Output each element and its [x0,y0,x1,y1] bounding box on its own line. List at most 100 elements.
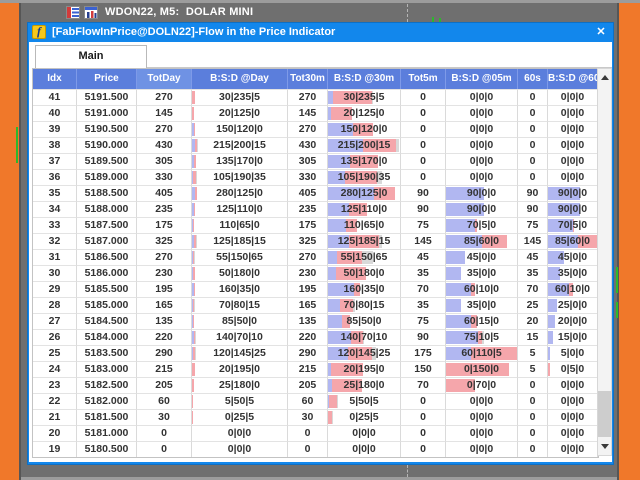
table-row[interactable]: 32 5187.000 325 125|185|15 325 125|185|15 145 8… [33,233,598,249]
cell: 15 [518,329,548,345]
cell: 0 [401,441,446,457]
cell: 40 [33,105,77,121]
cell: 20|125|0 [192,105,288,121]
table-row[interactable]: 30 5186.000 230 50|180|0 230 50|180|0 35 35|0|0… [33,265,598,281]
cell: 215|200|15 [328,137,401,153]
cell: 0|0|0 [548,105,598,121]
cell: 35 [33,185,77,201]
scroll-up-icon[interactable] [598,69,611,86]
cell: 5 [518,361,548,377]
cell: 125|110|0 [328,201,401,217]
table-row[interactable]: 38 5190.000 430 215|200|15 430 215|200|15 0 0|0… [33,137,598,153]
table-row[interactable]: 26 5184.000 220 140|70|10 220 140|70|10 90 75|1… [33,329,598,345]
indicator-titlebar[interactable]: f [FabFlowInPrice@DOLN22]-Flow in the Pr… [27,22,614,42]
cell: 90 [401,185,446,201]
cell: 135 [137,313,192,329]
cell: 28 [33,297,77,313]
cell: 24 [33,361,77,377]
cell: 230 [137,265,192,281]
chart-titlebar[interactable]: WDON22, M5: DOLAR MINI [21,3,617,22]
cell: 290 [288,345,328,361]
cell: 75 [518,217,548,233]
cell: 5190.000 [77,137,137,153]
cell: 125|185|15 [328,233,401,249]
scrollbar-thumb[interactable] [598,391,611,437]
cell: 45|0|0 [548,249,598,265]
close-icon[interactable]: ✕ [593,24,609,40]
column-header[interactable]: Price [77,69,137,89]
cell: 85|50|0 [328,313,401,329]
period-separator [407,465,408,477]
cell: 35|0|0 [548,265,598,281]
table-row[interactable]: 31 5186.500 270 55|150|65 270 55|150|65 45 45|0… [33,249,598,265]
doubt-bar [396,139,399,152]
cell: 175 [137,217,192,233]
cell: 0|0|0 [548,169,598,185]
sell-bar [193,155,196,168]
cell: 0|150|0 [446,361,518,377]
cell: 405 [137,185,192,201]
table-row[interactable]: 39 5190.500 270 150|120|0 270 150|120|0 0 0|0|0… [33,121,598,137]
cell: 110|65|0 [192,217,288,233]
sell-bar [193,315,194,328]
table-row[interactable]: 19 5180.500 0 0|0|0 0 0|0|0 0 0|0|0 0 0|0|0 [33,441,598,457]
table-row[interactable]: 21 5181.500 30 0|25|5 30 0|25|5 0 0|0|0 0 0|0|0 [33,409,598,425]
cell: 0|0|0 [548,409,598,425]
cell: 5189.500 [77,153,137,169]
cell: 60|110|5 [446,345,518,361]
column-header[interactable]: TotDay [137,69,192,89]
table-row[interactable]: 28 5185.000 165 70|80|15 165 70|80|15 35 35|0|0… [33,297,598,313]
table-row[interactable]: 37 5189.500 305 135|170|0 305 135|170|0 0 0|0|0… [33,153,598,169]
cell: 30|235|5 [328,89,401,105]
column-header[interactable]: B:S:D @05m [446,69,518,89]
column-header[interactable]: Idx [33,69,77,89]
cell: 55|150|65 [192,249,288,265]
table-row[interactable]: 23 5182.500 205 25|180|0 205 25|180|0 70 0|70|0… [33,377,598,393]
cell: 31 [33,249,77,265]
table-row[interactable]: 34 5188.000 235 125|110|0 235 125|110|0 90 90|0… [33,201,598,217]
cell: 90|0|0 [446,201,518,217]
column-header[interactable]: B:S:D @Day [192,69,288,89]
vertical-scrollbar[interactable] [597,68,612,456]
cell: 5|0|0 [548,345,598,361]
cell: 5181.500 [77,409,137,425]
column-header[interactable]: Tot5m [401,69,446,89]
chart-candle-fragment [616,302,618,318]
table-row[interactable]: 41 5191.500 270 30|235|5 270 30|235|5 0 0|0|0 0 0… [33,89,598,105]
table-row[interactable]: 20 5181.000 0 0|0|0 0 0|0|0 0 0|0|0 0 0|0|0 [33,425,598,441]
scroll-down-icon[interactable] [598,438,611,455]
table-row[interactable]: 25 5183.500 290 120|145|25 290 120|145|25 175 6… [33,345,598,361]
table-row[interactable]: 40 5191.000 145 20|125|0 145 20|125|0 0 0|0|0 0 0… [33,105,598,121]
cell: 140|70|10 [328,329,401,345]
cell: 0|0|0 [548,153,598,169]
cell: 270 [137,121,192,137]
column-header[interactable]: B:S:D @60s [548,69,598,89]
table-row[interactable]: 35 5188.500 405 280|125|0 405 280|125|0 90 90|0… [33,185,598,201]
chart-window-title: WDON22, M5: DOLAR MINI [105,6,254,18]
column-header[interactable]: Tot30m [288,69,328,89]
cell: 5182.500 [77,377,137,393]
table-row[interactable]: 24 5183.000 215 20|195|0 215 20|195|0 150 0|150… [33,361,598,377]
cell: 60|10|0 [446,281,518,297]
cell: 32 [33,233,77,249]
cell: 0|0|0 [446,425,518,441]
cell: 75 [401,217,446,233]
table-row[interactable]: 36 5189.000 330 105|190|35 330 105|190|35 0 0|0… [33,169,598,185]
sell-bar [192,267,195,280]
cell: 235 [137,201,192,217]
cell: 90 [518,201,548,217]
table-row[interactable]: 27 5184.500 135 85|50|0 135 85|50|0 75 60|15|0 2… [33,313,598,329]
cell: 5185.500 [77,281,137,297]
table-row[interactable]: 29 5185.500 195 160|35|0 195 160|35|0 70 60|10|… [33,281,598,297]
cell: 405 [288,185,328,201]
column-header[interactable]: B:S:D @30m [328,69,401,89]
cell: 270 [288,121,328,137]
tab-main[interactable]: Main [35,45,147,68]
table-row[interactable]: 22 5182.000 60 5|50|5 60 5|50|5 0 0|0|0 0 0|0|0 [33,393,598,409]
cell: 5189.000 [77,169,137,185]
table-row[interactable]: 33 5187.500 175 110|65|0 175 110|65|0 75 70|5|0… [33,217,598,233]
cell: 5187.500 [77,217,137,233]
column-header[interactable]: 60s [518,69,548,89]
cell: 0 [401,137,446,153]
cell: 150|120|0 [328,121,401,137]
